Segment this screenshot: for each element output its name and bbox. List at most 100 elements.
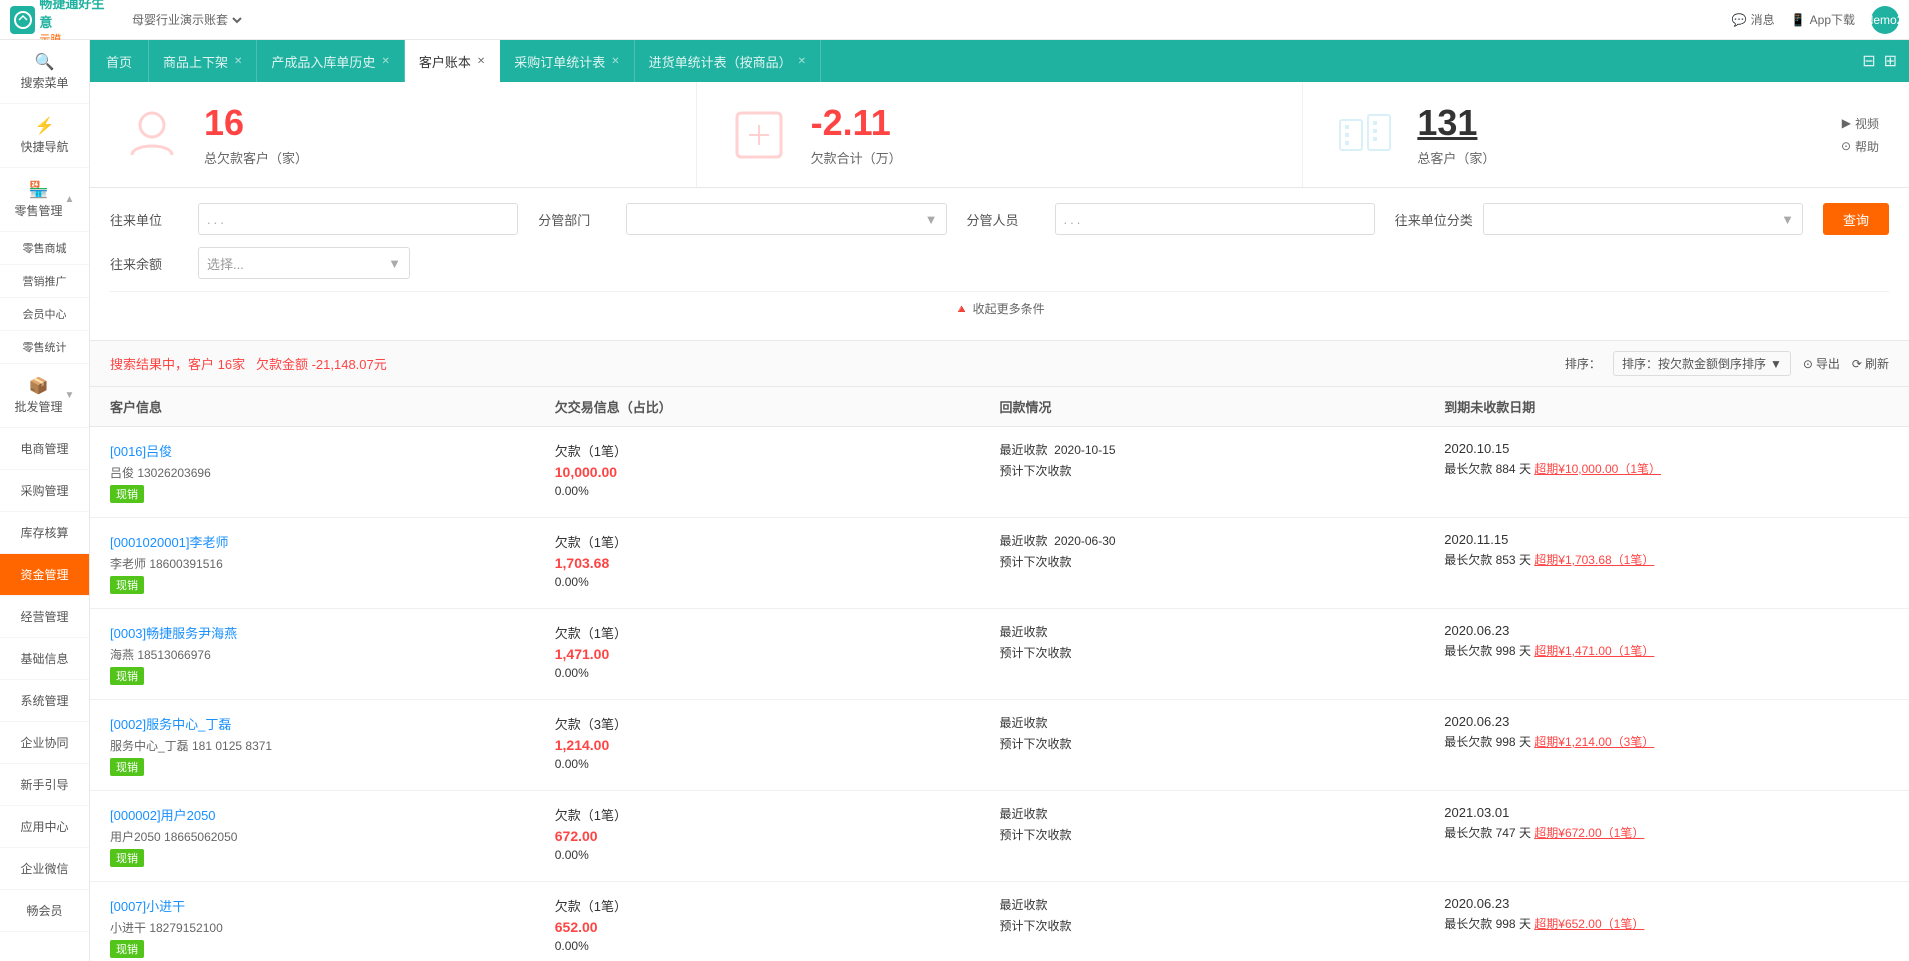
customer-tag-1: 现销: [110, 576, 144, 594]
overdue-days-5: 最长欠款 998 天 超期¥652.00（1笔）: [1444, 915, 1889, 932]
sidebar-item-app-center[interactable]: 应用中心: [0, 806, 89, 848]
stat-card-overdue-amount: -2.11 欠款合计（万）: [697, 82, 1304, 187]
sidebar-item-quick-nav[interactable]: ⚡ 快捷导航: [0, 104, 89, 168]
customer-name-2[interactable]: [0003]畅捷服务尹海燕: [110, 623, 555, 642]
debt-info-3: 欠款（3笔） 1,214.00 0.00%: [555, 714, 1000, 771]
close-tab-purchase-order[interactable]: ✕: [611, 56, 619, 67]
sidebar-item-ecommerce[interactable]: 电商管理: [0, 428, 89, 470]
sidebar-label-enterprise-wx: 企业微信: [20, 862, 68, 876]
close-tab-production[interactable]: ✕: [381, 56, 389, 67]
overdue-link-5[interactable]: 超期¥652.00（1笔）: [1534, 917, 1644, 931]
customer-phone-1: 李老师 18600391516: [110, 555, 555, 572]
source-unit-label: 往来单位: [110, 210, 190, 229]
overdue-link-3[interactable]: 超期¥1,214.00（3笔）: [1534, 735, 1654, 749]
sidebar-item-enterprise-wx[interactable]: 企业微信: [0, 848, 89, 890]
overdue-customers-value: 16: [204, 102, 308, 144]
customer-phone-3: 服务中心_丁磊 181 0125 8371: [110, 737, 555, 754]
tab-stock-stats[interactable]: 进货单统计表（按商品） ✕: [635, 40, 821, 82]
last-payment-label-3: 最近收款: [1000, 714, 1445, 731]
sidebar-label-retail-stats: 零售统计: [23, 342, 67, 354]
sidebar-item-marketing[interactable]: 营销推广: [0, 265, 89, 298]
customer-name-0[interactable]: [0016]吕俊: [110, 441, 555, 460]
sidebar-item-member-center[interactable]: 会员中心: [0, 298, 89, 331]
search-button[interactable]: 查询: [1823, 203, 1889, 235]
debt-info-1: 欠款（1笔） 1,703.68 0.00%: [555, 532, 1000, 589]
customer-info-0: [0016]吕俊 吕俊 13026203696 现销: [110, 441, 555, 503]
filter-row-2: 往来余额 选择... ▼: [110, 247, 1889, 279]
minimize-icon[interactable]: ⊟: [1862, 51, 1875, 71]
dept-filter: 分管部门 ▼: [538, 203, 946, 235]
user-avatar[interactable]: demo2: [1871, 6, 1899, 34]
person-label: 分管人员: [967, 210, 1047, 229]
sidebar-item-enterprise[interactable]: 企业协同: [0, 722, 89, 764]
sidebar-item-basic-info[interactable]: 基础信息: [0, 638, 89, 680]
mobile-icon: 📱: [1791, 13, 1806, 27]
message-btn[interactable]: 💬 消息: [1732, 11, 1775, 28]
customer-name-3[interactable]: [0002]服务中心_丁磊: [110, 714, 555, 733]
stats-row: 16 总欠款客户（家） -2.11: [90, 82, 1909, 188]
sort-select[interactable]: 排序：按欠款金额倒序排序 ▼: [1613, 351, 1791, 376]
help-btn[interactable]: ⊙ 帮助: [1841, 138, 1879, 155]
help-icon: ⊙: [1841, 139, 1851, 153]
sidebar-item-retail-stats[interactable]: 零售统计: [0, 331, 89, 364]
overdue-link-0[interactable]: 超期¥10,000.00（1笔）: [1534, 462, 1661, 476]
sidebar-item-new-guide[interactable]: 新手引导: [0, 764, 89, 806]
sidebar-item-system[interactable]: 系统管理: [0, 680, 89, 722]
overdue-info-4: 2021.03.01 最长欠款 747 天 超期¥672.00（1笔）: [1444, 805, 1889, 841]
video-btn[interactable]: ▶ 视频: [1842, 115, 1879, 132]
sidebar-item-search[interactable]: 🔍 搜索菜单: [0, 40, 89, 104]
tab-home[interactable]: 首页: [90, 40, 149, 82]
refresh-btn[interactable]: ⟳ 刷新: [1852, 355, 1889, 372]
close-tab-stock-stats[interactable]: ✕: [798, 56, 806, 67]
export-btn[interactable]: ⊙ 导出: [1803, 355, 1840, 372]
customer-tag-0: 现销: [110, 485, 144, 503]
person-input[interactable]: ...: [1055, 203, 1375, 235]
table-row: [0016]吕俊 吕俊 13026203696 现销 欠款（1笔） 10,000…: [90, 427, 1909, 518]
sidebar-item-inventory[interactable]: 库存核算: [0, 512, 89, 554]
last-payment-label-0: 最近收款 2020-10-15: [1000, 441, 1445, 458]
due-date-0: 2020.10.15: [1444, 441, 1889, 456]
overdue-link-1[interactable]: 超期¥1,703.68（1笔）: [1534, 553, 1654, 567]
app-download-btn[interactable]: 📱 App下载: [1791, 11, 1855, 28]
unit-category-select[interactable]: ▼: [1483, 203, 1803, 235]
sidebar-item-batch-mgmt[interactable]: 📦 批发管理 ▼: [0, 364, 89, 428]
results-bar: 搜索结果中，客户 16家 欠款金额 -21,148.07元 排序： 排序：按欠款…: [90, 341, 1909, 387]
tab-customer-account[interactable]: 客户账本 ✕: [405, 40, 500, 82]
sidebar-label-batch: 批发管理: [15, 400, 63, 414]
customer-name-5[interactable]: [0007]小进干: [110, 896, 555, 915]
due-date-3: 2020.06.23: [1444, 714, 1889, 729]
overdue-link-2[interactable]: 超期¥1,471.00（1笔）: [1534, 644, 1654, 658]
tab-purchase-order[interactable]: 采购订单统计表 ✕: [500, 40, 634, 82]
source-unit-input[interactable]: ...: [198, 203, 518, 235]
dept-select[interactable]: ▼: [626, 203, 946, 235]
next-payment-label-3: 预计下次收款: [1000, 735, 1445, 752]
sidebar-item-finance[interactable]: 资金管理: [0, 554, 89, 596]
sort-label: 排序：: [1565, 355, 1601, 372]
close-tab-products[interactable]: ✕: [234, 56, 242, 67]
customer-name-1[interactable]: [0001020001]李老师: [110, 532, 555, 551]
close-tab-customer-account[interactable]: ✕: [477, 56, 485, 67]
maximize-icon[interactable]: ⊞: [1884, 51, 1897, 71]
debt-count-2: 欠款（1笔）: [555, 623, 1000, 642]
next-payment-label-5: 预计下次收款: [1000, 917, 1445, 934]
balance-select[interactable]: 选择... ▼: [198, 247, 410, 279]
debt-amount-4: 672.00: [555, 828, 1000, 844]
collapse-bar[interactable]: 🔺 收起更多条件: [110, 291, 1889, 325]
sidebar-item-retail-mall[interactable]: 零售商城: [0, 232, 89, 265]
customer-name-4[interactable]: [000002]用户2050: [110, 805, 555, 824]
sidebar-item-operations[interactable]: 经营管理: [0, 596, 89, 638]
tab-products[interactable]: 商品上下架 ✕: [149, 40, 257, 82]
refresh-icon: ⟳: [1852, 357, 1862, 371]
debt-count-4: 欠款（1笔）: [555, 805, 1000, 824]
repayment-info-5: 最近收款 预计下次收款: [1000, 896, 1445, 934]
person-filter: 分管人员 ...: [967, 203, 1375, 235]
balance-label: 往来余额: [110, 254, 190, 273]
tab-production[interactable]: 产成品入库单历史 ✕: [257, 40, 404, 82]
industry-select[interactable]: 母婴行业演示账套: [128, 12, 245, 28]
results-summary: 搜索结果中，客户 16家 欠款金额 -21,148.07元: [110, 354, 387, 373]
sidebar-item-member[interactable]: 畅会员: [0, 890, 89, 932]
col-debt-info: 欠交易信息（占比）: [555, 397, 1000, 416]
sidebar-item-retail-mgmt[interactable]: 🏪 零售管理 ▲: [0, 168, 89, 232]
sidebar-item-purchase[interactable]: 采购管理: [0, 470, 89, 512]
overdue-link-4[interactable]: 超期¥672.00（1笔）: [1534, 826, 1644, 840]
